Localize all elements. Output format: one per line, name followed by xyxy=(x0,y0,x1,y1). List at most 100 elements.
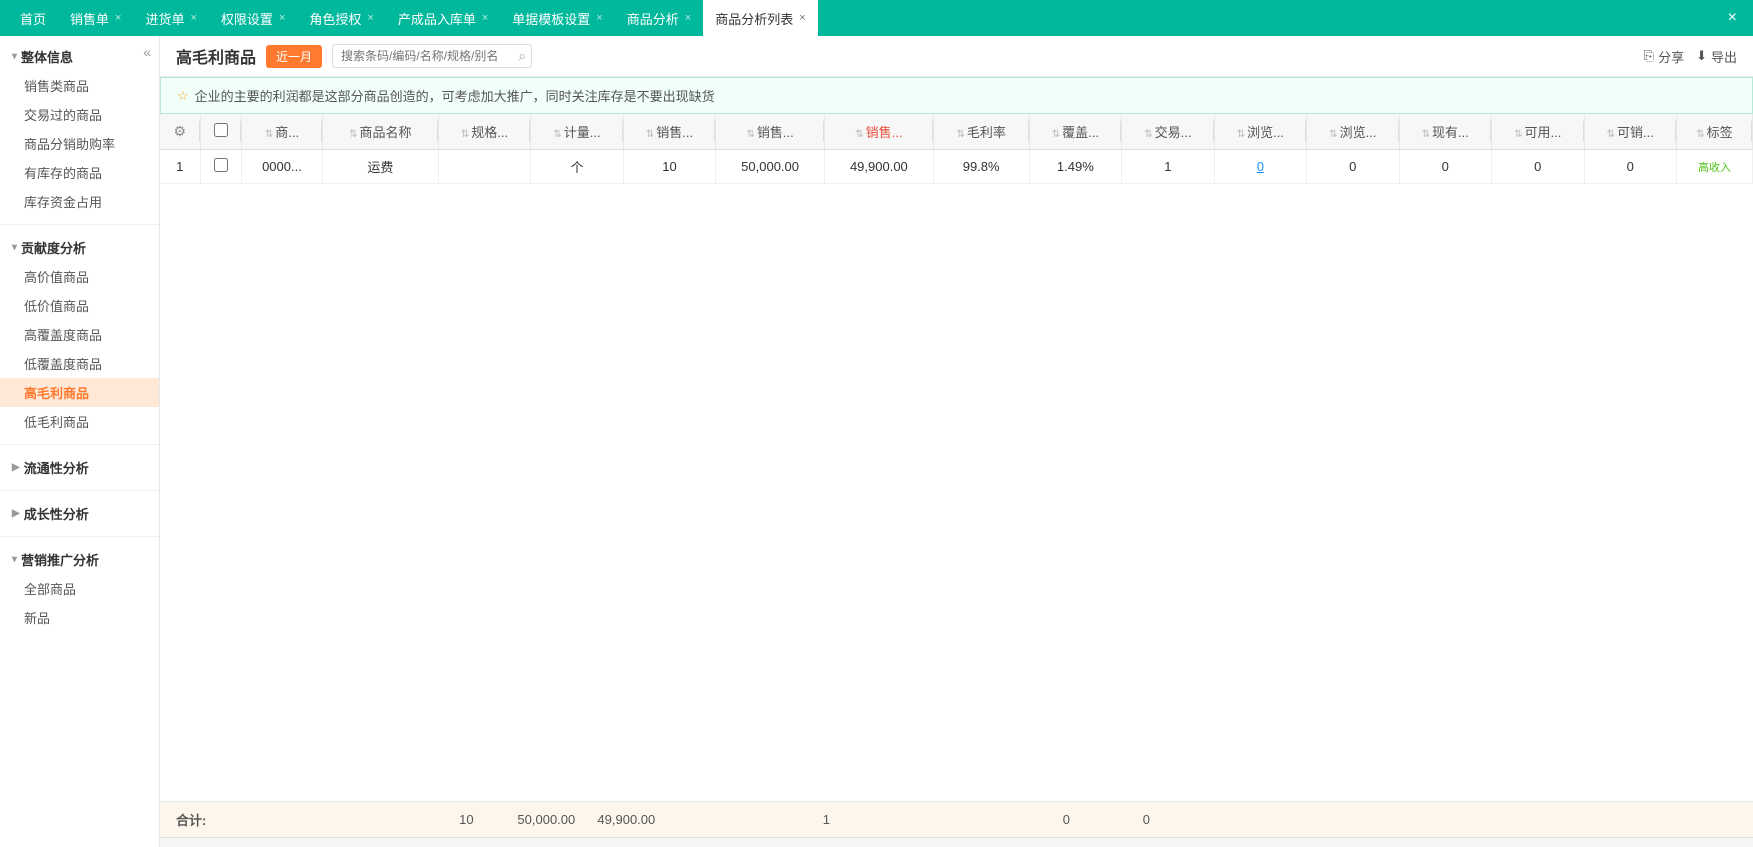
sidebar-group-growth: ▶ 成长性分析 xyxy=(0,493,159,534)
col-spec[interactable]: ⇅规格... xyxy=(438,114,530,150)
page-title: 高毛利商品 xyxy=(176,44,256,68)
footer-sales-amount: 50,000.00 xyxy=(506,812,586,827)
arrow-icon: ▶ xyxy=(12,508,20,519)
col-sales-qty[interactable]: ⇅销售... xyxy=(623,114,715,150)
footer-saleable-stock: 0 xyxy=(1106,812,1186,827)
export-icon: ⬇ xyxy=(1696,48,1707,64)
sidebar-item-low-margin[interactable]: 低毛利商品 xyxy=(0,407,159,436)
col-views2[interactable]: ⇅浏览... xyxy=(1307,114,1399,150)
sidebar-item-high-margin[interactable]: 高毛利商品 xyxy=(0,378,159,407)
tag-badge: 高收入 xyxy=(1698,162,1731,174)
share-icon: ⎘ xyxy=(1644,48,1654,64)
window-close-icon[interactable]: × xyxy=(1720,9,1745,27)
cell-checkbox[interactable] xyxy=(200,150,241,184)
sidebar: « ▾ 整体信息 销售类商品 交易过的商品 商品分销助购率 有库存的商品 库存资… xyxy=(0,36,160,847)
nav-tab-permission[interactable]: 权限设置 × xyxy=(209,0,297,36)
cell-name: 运费 xyxy=(322,150,438,184)
cell-gross-margin: 99.8% xyxy=(933,150,1029,184)
nav-tab-analysis[interactable]: 商品分析 × xyxy=(615,0,703,36)
arrow-icon: ▾ xyxy=(12,554,17,565)
row-checkbox[interactable] xyxy=(214,158,228,172)
cell-index: 1 xyxy=(160,150,200,184)
select-all-checkbox[interactable] xyxy=(214,123,228,137)
col-checkbox[interactable] xyxy=(200,114,241,150)
nav-tab-template[interactable]: 单据模板设置 × xyxy=(500,0,614,36)
col-current-stock[interactable]: ⇅现有... xyxy=(1399,114,1491,150)
col-saleable-stock[interactable]: ⇅可销... xyxy=(1584,114,1676,150)
settings-icon[interactable]: ⚙ xyxy=(173,123,186,139)
cell-sales-qty: 10 xyxy=(623,150,715,184)
col-sales-amount[interactable]: ⇅销售... xyxy=(716,114,825,150)
sidebar-group-title-growth[interactable]: ▶ 成长性分析 xyxy=(0,499,159,528)
sidebar-group-liquidity: ▶ 流通性分析 xyxy=(0,447,159,488)
footer-trade: 1 xyxy=(786,812,866,827)
close-icon[interactable]: × xyxy=(190,12,196,24)
sidebar-item-low-coverage[interactable]: 低覆盖度商品 xyxy=(0,349,159,378)
nav-tab-sales[interactable]: 销售单 × xyxy=(58,0,133,36)
col-settings[interactable]: ⚙ xyxy=(160,114,200,150)
cell-spec xyxy=(438,150,530,184)
search-input[interactable] xyxy=(332,44,532,68)
cell-coverage: 1.49% xyxy=(1029,150,1121,184)
nav-tab-home[interactable]: 首页 xyxy=(8,0,58,36)
table-wrapper: ⚙ ⇅商... ⇅商品名称 ⇅规格... ⇅计量... ⇅销售... ⇅销售..… xyxy=(160,114,1753,801)
col-unit[interactable]: ⇅计量... xyxy=(531,114,623,150)
sidebar-group-title-marketing[interactable]: ▾ 营销推广分析 xyxy=(0,545,159,574)
cell-sales-profit: 49,900.00 xyxy=(824,150,933,184)
close-icon[interactable]: × xyxy=(596,12,602,24)
footer-sales-profit: 49,900.00 xyxy=(586,812,666,827)
col-available-stock[interactable]: ⇅可用... xyxy=(1492,114,1584,150)
sidebar-group-title-overall[interactable]: ▾ 整体信息 xyxy=(0,42,159,71)
sidebar-item-all-goods[interactable]: 全部商品 xyxy=(0,574,159,603)
col-views1[interactable]: ⇅浏览... xyxy=(1214,114,1306,150)
col-sales-profit[interactable]: ⇅销售... xyxy=(824,114,933,150)
col-coverage[interactable]: ⇅覆盖... xyxy=(1029,114,1121,150)
cell-code: 0000... xyxy=(241,150,322,184)
col-code[interactable]: ⇅商... xyxy=(241,114,322,150)
nav-tab-warehouse[interactable]: 产成品入库单 × xyxy=(386,0,500,36)
sidebar-item-high-value[interactable]: 高价值商品 xyxy=(0,262,159,291)
header-right: ⎘ 分享 ⬇ 导出 xyxy=(1644,47,1737,66)
col-tag[interactable]: ⇅标签 xyxy=(1676,114,1752,150)
content-area: 高毛利商品 近一月 ⌕ ⎘ 分享 ⬇ 导出 ☆ 企业的主要的利润都是这部分商品创… xyxy=(160,36,1753,847)
close-icon[interactable]: × xyxy=(685,12,691,24)
footer-sales-qty: 10 xyxy=(426,812,506,827)
cell-views2: 0 xyxy=(1307,150,1399,184)
nav-tab-analysis-list[interactable]: 商品分析列表 × xyxy=(703,0,817,36)
cell-unit: 个 xyxy=(531,150,623,184)
cell-views1[interactable]: 0 xyxy=(1214,150,1306,184)
export-button[interactable]: ⬇ 导出 xyxy=(1696,47,1737,66)
sidebar-item-stock-capital[interactable]: 库存资金占用 xyxy=(0,187,159,216)
tip-bar: ☆ 企业的主要的利润都是这部分商品创造的，可考虑加大推广，同时关注库存是不要出现… xyxy=(160,77,1753,114)
col-trade[interactable]: ⇅交易... xyxy=(1122,114,1214,150)
col-name[interactable]: ⇅商品名称 xyxy=(322,114,438,150)
filter-period-button[interactable]: 近一月 xyxy=(266,45,322,68)
sidebar-group-overall: ▾ 整体信息 销售类商品 交易过的商品 商品分销助购率 有库存的商品 库存资金占… xyxy=(0,36,159,222)
nav-tab-role[interactable]: 角色授权 × xyxy=(297,0,385,36)
close-icon[interactable]: × xyxy=(367,12,373,24)
sidebar-item-sales-goods[interactable]: 销售类商品 xyxy=(0,71,159,100)
sidebar-item-traded-goods[interactable]: 交易过的商品 xyxy=(0,100,159,129)
sidebar-group-marketing: ▾ 营销推广分析 全部商品 新品 xyxy=(0,539,159,638)
close-icon[interactable]: × xyxy=(279,12,285,24)
sidebar-item-high-coverage[interactable]: 高覆盖度商品 xyxy=(0,320,159,349)
content-header: 高毛利商品 近一月 ⌕ ⎘ 分享 ⬇ 导出 xyxy=(160,36,1753,77)
sidebar-collapse-button[interactable]: « xyxy=(143,44,151,60)
sidebar-group-title-liquidity[interactable]: ▶ 流通性分析 xyxy=(0,453,159,482)
col-gross-margin[interactable]: ⇅毛利率 xyxy=(933,114,1029,150)
search-icon[interactable]: ⌕ xyxy=(518,48,526,65)
sidebar-item-low-value[interactable]: 低价值商品 xyxy=(0,291,159,320)
sidebar-item-stock-goods[interactable]: 有库存的商品 xyxy=(0,158,159,187)
close-icon[interactable]: × xyxy=(482,12,488,24)
share-button[interactable]: ⎘ 分享 xyxy=(1644,47,1684,66)
sidebar-group-title-contribution[interactable]: ▾ 贡献度分析 xyxy=(0,233,159,262)
nav-tab-purchase[interactable]: 进货单 × xyxy=(133,0,208,36)
horizontal-scrollbar[interactable] xyxy=(160,837,1753,847)
cell-trade: 1 xyxy=(1122,150,1214,184)
close-icon[interactable]: × xyxy=(799,12,805,24)
arrow-icon: ▾ xyxy=(12,242,17,253)
close-icon[interactable]: × xyxy=(115,12,121,24)
sidebar-item-distribution-rate[interactable]: 商品分销助购率 xyxy=(0,129,159,158)
arrow-icon: ▾ xyxy=(12,51,17,62)
sidebar-item-new-goods[interactable]: 新品 xyxy=(0,603,159,632)
